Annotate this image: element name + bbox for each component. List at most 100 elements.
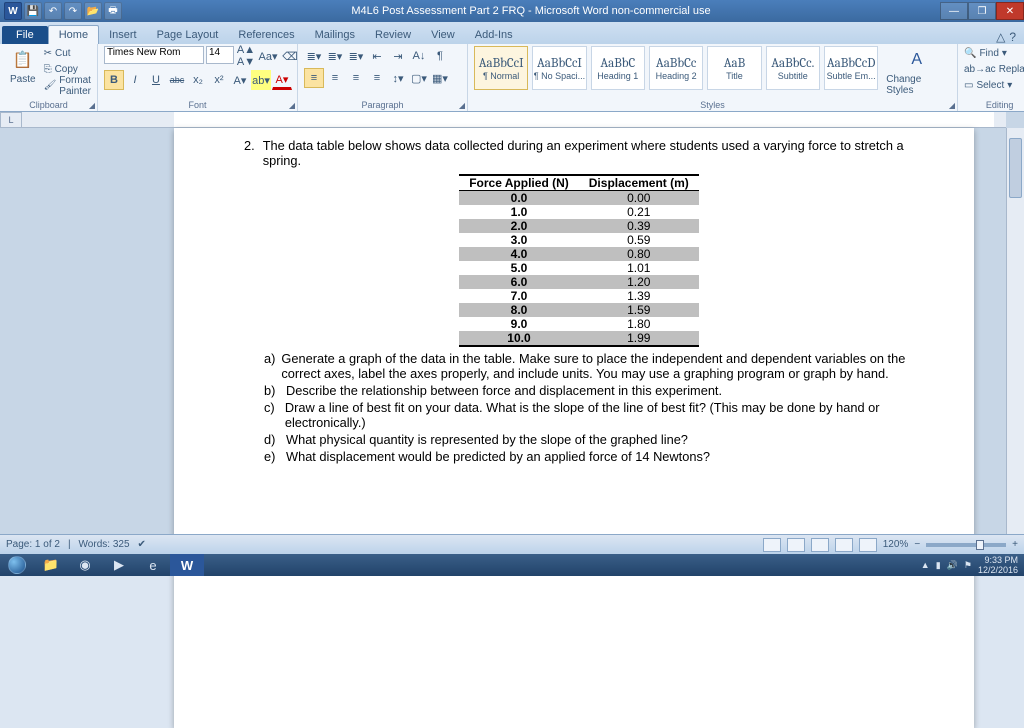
- style-heading-2[interactable]: AaBbCcHeading 2: [649, 46, 703, 90]
- clear-formatting[interactable]: ⌫: [280, 46, 300, 66]
- tray-volume-icon[interactable]: 🔊: [947, 560, 958, 571]
- zoom-out[interactable]: −: [914, 539, 920, 550]
- maximize-button[interactable]: ❐: [968, 2, 996, 20]
- launcher-icon[interactable]: ◢: [289, 101, 295, 110]
- view-fullscreen[interactable]: [787, 538, 805, 552]
- tray-clock[interactable]: 9:33 PM 12/2/2016: [978, 555, 1018, 575]
- qat-print[interactable]: 🖶: [104, 2, 122, 20]
- launcher-icon[interactable]: ◢: [459, 101, 465, 110]
- font-color-button[interactable]: A▾: [272, 70, 292, 90]
- tray-flag-icon[interactable]: ▲: [921, 560, 930, 570]
- superscript-button[interactable]: x²: [209, 70, 229, 90]
- vertical-scrollbar[interactable]: [1006, 128, 1024, 556]
- style--normal[interactable]: AaBbCcI¶ Normal: [474, 46, 528, 90]
- qat-save[interactable]: 💾: [24, 2, 42, 20]
- style-subtle-em-[interactable]: AaBbCcDSubtle Em...: [824, 46, 878, 90]
- tab-addins[interactable]: Add-Ins: [465, 26, 523, 44]
- multilevel-button[interactable]: ≣▾: [346, 46, 366, 66]
- replace-button[interactable]: ab→acReplace: [964, 62, 1024, 77]
- horizontal-ruler[interactable]: [22, 112, 1006, 128]
- zoom-handle[interactable]: [976, 540, 984, 550]
- increase-indent[interactable]: ⇥: [388, 46, 408, 66]
- ribbon-minimize-icon[interactable]: △: [996, 30, 1005, 44]
- view-web[interactable]: [811, 538, 829, 552]
- bullets-button[interactable]: ≣▾: [304, 46, 324, 66]
- tab-view[interactable]: View: [421, 26, 465, 44]
- align-center[interactable]: ≡: [325, 68, 345, 88]
- zoom-slider[interactable]: [926, 543, 1006, 547]
- numbering-button[interactable]: ≣▾: [325, 46, 345, 66]
- view-draft[interactable]: [859, 538, 877, 552]
- taskbar-ie[interactable]: e: [136, 554, 170, 576]
- tab-insert[interactable]: Insert: [99, 26, 147, 44]
- cut-button[interactable]: ✂Cut: [44, 46, 91, 61]
- tab-file[interactable]: File: [2, 26, 48, 44]
- decrease-indent[interactable]: ⇤: [367, 46, 387, 66]
- style-title[interactable]: AaBTitle: [707, 46, 761, 90]
- line-spacing[interactable]: ↕▾: [388, 68, 408, 88]
- status-words[interactable]: Words: 325: [79, 539, 130, 550]
- align-left[interactable]: ≡: [304, 68, 324, 88]
- align-right[interactable]: ≡: [346, 68, 366, 88]
- tab-mailings[interactable]: Mailings: [305, 26, 365, 44]
- window-title: M4L6 Post Assessment Part 2 FRQ - Micros…: [122, 5, 940, 17]
- qat-redo[interactable]: ↷: [64, 2, 82, 20]
- cell-disp: 0.39: [579, 219, 699, 233]
- minimize-button[interactable]: —: [940, 2, 968, 20]
- view-outline[interactable]: [835, 538, 853, 552]
- tray-network-icon[interactable]: ▮: [936, 560, 941, 571]
- zoom-in[interactable]: +: [1012, 539, 1018, 550]
- style-heading-1[interactable]: AaBbCHeading 1: [591, 46, 645, 90]
- taskbar-word[interactable]: W: [170, 554, 204, 576]
- style-sample: AaBbC: [600, 56, 635, 71]
- launcher-icon[interactable]: ◢: [89, 101, 95, 110]
- show-marks[interactable]: ¶: [430, 46, 450, 66]
- paste-button[interactable]: 📋 Paste: [6, 46, 40, 87]
- tray-action-icon[interactable]: ⚑: [964, 560, 972, 571]
- tab-home[interactable]: Home: [48, 25, 99, 44]
- borders-button[interactable]: ▦▾: [430, 68, 450, 88]
- find-button[interactable]: 🔍Find ▾: [964, 46, 1024, 61]
- change-styles-button[interactable]: AChange Styles: [882, 46, 951, 98]
- format-painter-button[interactable]: 🖌Format Painter: [44, 78, 91, 93]
- align-justify[interactable]: ≡: [367, 68, 387, 88]
- underline-button[interactable]: U: [146, 70, 166, 90]
- qat-open[interactable]: 📂: [84, 2, 102, 20]
- font-size-select[interactable]: 14: [206, 46, 234, 64]
- subscript-button[interactable]: x₂: [188, 70, 208, 90]
- spellcheck-icon[interactable]: ✔: [138, 539, 146, 550]
- help-icon[interactable]: ?: [1009, 30, 1016, 44]
- scroll-thumb[interactable]: [1009, 138, 1022, 198]
- view-print-layout[interactable]: [763, 538, 781, 552]
- select-button[interactable]: ▭Select ▾: [964, 78, 1024, 93]
- zoom-level[interactable]: 120%: [883, 539, 909, 550]
- tab-pagelayout[interactable]: Page Layout: [147, 26, 229, 44]
- strike-button[interactable]: abc: [167, 70, 187, 90]
- change-styles-label: Change Styles: [886, 74, 947, 96]
- qat-undo[interactable]: ↶: [44, 2, 62, 20]
- italic-button[interactable]: I: [125, 70, 145, 90]
- close-button[interactable]: ✕: [996, 2, 1024, 20]
- tab-references[interactable]: References: [228, 26, 304, 44]
- taskbar-chrome[interactable]: ◉: [68, 554, 102, 576]
- sub-question: b)Describe the relationship between forc…: [264, 383, 914, 398]
- shading-button[interactable]: ▢▾: [409, 68, 429, 88]
- text-effects[interactable]: A▾: [230, 70, 250, 90]
- sub-text: Describe the relationship between force …: [286, 383, 722, 398]
- tab-review[interactable]: Review: [365, 26, 421, 44]
- grow-shrink-font[interactable]: A▲ A▼: [236, 46, 256, 66]
- taskbar-wmp[interactable]: ▶: [102, 554, 136, 576]
- highlight-button[interactable]: ab▾: [251, 70, 271, 90]
- document-page[interactable]: 2. The data table below shows data colle…: [174, 128, 974, 728]
- style-subtitle[interactable]: AaBbCc.Subtitle: [766, 46, 820, 90]
- font-name-select[interactable]: Times New Rom: [104, 46, 204, 64]
- sort-button[interactable]: A↓: [409, 46, 429, 66]
- taskbar-explorer[interactable]: 📁: [34, 554, 68, 576]
- ruler-corner[interactable]: L: [0, 112, 22, 128]
- start-button[interactable]: [0, 554, 34, 576]
- change-case[interactable]: Aa▾: [258, 46, 278, 66]
- bold-button[interactable]: B: [104, 70, 124, 90]
- style--no-spaci-[interactable]: AaBbCcI¶ No Spaci...: [532, 46, 586, 90]
- launcher-icon[interactable]: ◢: [949, 101, 955, 110]
- status-page[interactable]: Page: 1 of 2: [6, 539, 60, 550]
